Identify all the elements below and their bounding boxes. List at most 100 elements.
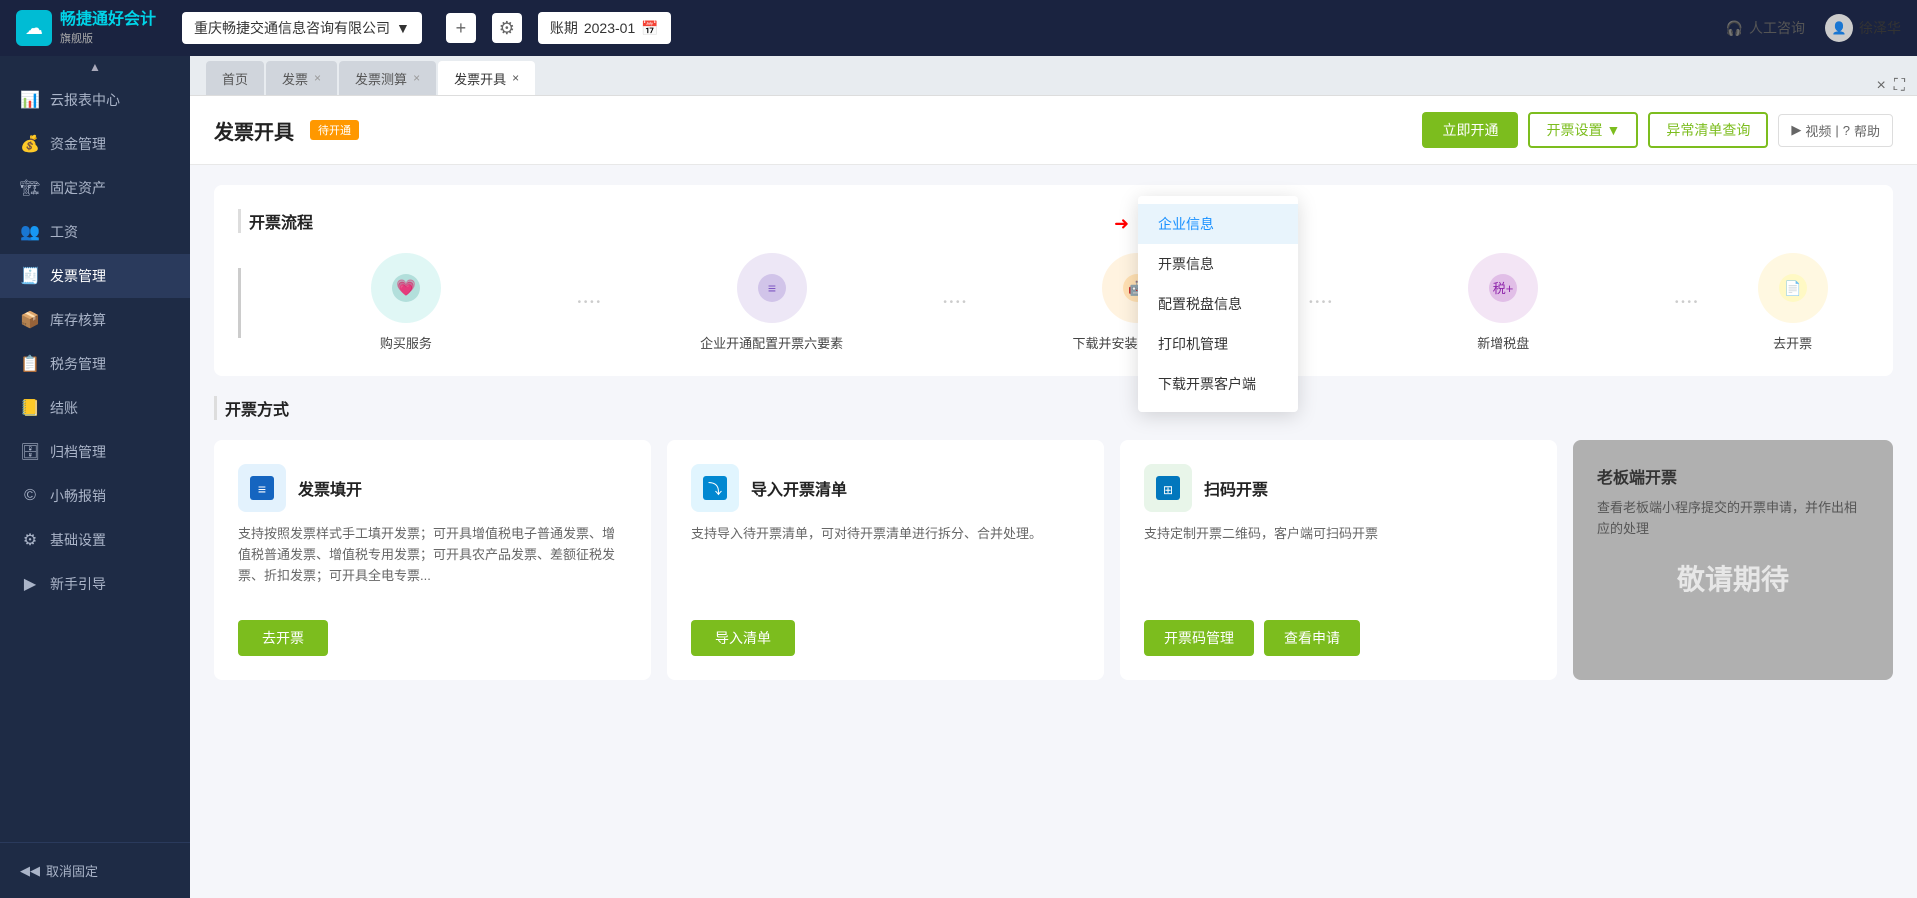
svg-text:⊞: ⊞ bbox=[1163, 483, 1173, 497]
boss-desc: 查看老板端小程序提交的开票申请，并作出相应的处理 bbox=[1597, 498, 1869, 540]
abnormal-button[interactable]: 异常清单查询 bbox=[1648, 112, 1768, 148]
accounting-icon: 📒 bbox=[20, 398, 40, 418]
flow-step-4-label: 新增税盘 bbox=[1477, 333, 1529, 352]
flow-step-4: 税+ 新增税盘 bbox=[1350, 253, 1656, 352]
flow-connector-1: • • • • bbox=[559, 297, 619, 308]
tab-invoice-open-close[interactable]: × bbox=[512, 71, 519, 85]
window-close-button[interactable]: × bbox=[1876, 77, 1885, 95]
tab-invoice[interactable]: 发票 × bbox=[266, 61, 337, 95]
svg-text:📄: 📄 bbox=[1784, 280, 1801, 297]
method-import-btn[interactable]: 导入清单 bbox=[691, 620, 795, 656]
main-area: ▲ 📊 云报表中心 💰 资金管理 🏗 固定资产 👥 工资 🧾 发票管理 bbox=[0, 56, 1917, 898]
username: 徐泽华 bbox=[1859, 18, 1901, 38]
main-content: 开票流程 💗 购买服务 • • • • bbox=[190, 165, 1917, 898]
dropdown-menu: ➜ 企业信息 开票信息 配置税盘信息 打印机管理 下载开票客户端 bbox=[1138, 196, 1298, 412]
method-import-title: 导入开票清单 bbox=[751, 476, 847, 500]
settings-icon: ⚙ bbox=[20, 530, 40, 550]
method-scan-header: ⊞ 扫码开票 bbox=[1144, 464, 1533, 512]
methods-section-title: 开票方式 bbox=[214, 396, 1893, 420]
tab-window-controls: × ⛶ bbox=[1864, 77, 1917, 95]
sidebar-item-archive[interactable]: 🗄 归档管理 bbox=[0, 430, 190, 474]
top-bar: ☁ 畅捷通好会计 旗舰版 重庆畅捷交通信息咨询有限公司 ▼ + ⚙ 账期 202… bbox=[0, 0, 1917, 56]
capital-icon: 💰 bbox=[20, 134, 40, 154]
red-arrow-icon: ➜ bbox=[1114, 214, 1129, 235]
setting-button[interactable]: 开票设置 ▼ bbox=[1528, 112, 1638, 148]
sidebar-scroll-up[interactable]: ▲ bbox=[0, 56, 190, 78]
sidebar-label-accounting: 结账 bbox=[50, 398, 78, 418]
chevron-down-icon: ▼ bbox=[396, 20, 410, 36]
tab-home[interactable]: 首页 bbox=[206, 61, 264, 95]
tab-invoice-close[interactable]: × bbox=[314, 71, 321, 85]
method-scan-footer: 开票码管理 查看申请 bbox=[1144, 620, 1533, 656]
sidebar-label-settings: 基础设置 bbox=[50, 530, 106, 550]
method-import-desc: 支持导入待开票清单，可对待开票清单进行拆分、合并处理。 bbox=[691, 524, 1080, 604]
page-header: 发票开具 待开通 立即开通 开票设置 ▼ 异常清单查询 ▶ 视频 | ? 帮助 bbox=[190, 96, 1917, 165]
sidebar-item-payroll[interactable]: 👥 工资 bbox=[0, 210, 190, 254]
sidebar-item-settings[interactable]: ⚙ 基础设置 bbox=[0, 518, 190, 562]
dropdown-item-company-info[interactable]: ➜ 企业信息 bbox=[1138, 204, 1298, 244]
activate-button[interactable]: 立即开通 bbox=[1422, 112, 1518, 148]
sidebar-item-fixed-assets[interactable]: 🏗 固定资产 bbox=[0, 166, 190, 210]
tab-invoice-calc[interactable]: 发票测算 × bbox=[339, 61, 436, 95]
method-scan-btn2[interactable]: 查看申请 bbox=[1264, 620, 1360, 656]
method-scan-title: 扫码开票 bbox=[1204, 476, 1268, 500]
method-fill-btn[interactable]: 去开票 bbox=[238, 620, 328, 656]
payroll-icon: 👥 bbox=[20, 222, 40, 242]
sidebar-label-xiaochang: 小畅报销 bbox=[50, 486, 106, 506]
top-actions: + ⚙ bbox=[446, 13, 522, 43]
method-card-scan: ⊞ 扫码开票 支持定制开票二维码，客户端可扫码开票 开票码管理 查看申请 bbox=[1120, 440, 1557, 680]
logo-name: 畅捷通好会计 bbox=[60, 10, 156, 29]
window-maximize-button[interactable]: ⛶ bbox=[1894, 77, 1905, 95]
status-badge: 待开通 bbox=[310, 120, 359, 140]
fixed-assets-icon: 🏗 bbox=[20, 178, 40, 198]
period-label: 账期 bbox=[550, 18, 578, 38]
method-fill-header: ≡ 发票填开 bbox=[238, 464, 627, 512]
archive-icon: 🗄 bbox=[20, 442, 40, 462]
methods-grid: ≡ 发票填开 支持按照发票样式手工填开发票；可开具增值税电子普通发票、增值税普通… bbox=[214, 440, 1893, 680]
sidebar-label-cloud-report: 云报表中心 bbox=[50, 90, 120, 110]
avatar: 👤 bbox=[1825, 14, 1853, 42]
video-button[interactable]: ▶ 视频 | ? 帮助 bbox=[1778, 114, 1893, 147]
tab-invoice-open[interactable]: 发票开具 × bbox=[438, 61, 535, 95]
cancel-fixed-label: 取消固定 bbox=[46, 861, 98, 880]
pin-icon: ◀◀ bbox=[20, 863, 40, 879]
sidebar-item-inventory[interactable]: 📦 库存核算 bbox=[0, 298, 190, 342]
sidebar-label-archive: 归档管理 bbox=[50, 442, 106, 462]
tab-invoice-calc-close[interactable]: × bbox=[413, 71, 420, 85]
period-value: 2023-01 bbox=[584, 20, 635, 36]
sidebar-item-invoice[interactable]: 🧾 发票管理 bbox=[0, 254, 190, 298]
dropdown-item-tax-config[interactable]: 配置税盘信息 bbox=[1138, 284, 1298, 324]
company-selector[interactable]: 重庆畅捷交通信息咨询有限公司 ▼ bbox=[182, 12, 422, 44]
sidebar-item-cloud-report[interactable]: 📊 云报表中心 bbox=[0, 78, 190, 122]
sidebar-item-guide[interactable]: ▶ 新手引导 bbox=[0, 562, 190, 606]
sidebar-item-accounting[interactable]: 📒 结账 bbox=[0, 386, 190, 430]
help-label: 帮助 bbox=[1854, 121, 1880, 140]
sidebar-item-xiaochang[interactable]: © 小畅报销 bbox=[0, 474, 190, 518]
flow-step-2-label: 企业开通配置开票六要素 bbox=[700, 333, 843, 352]
invoice-icon: 🧾 bbox=[20, 266, 40, 286]
content-area: 首页 发票 × 发票测算 × 发票开具 × × ⛶ bbox=[190, 56, 1917, 898]
guide-icon: ▶ bbox=[20, 574, 40, 594]
cancel-fixed-button[interactable]: ◀◀ 取消固定 bbox=[0, 851, 190, 890]
method-scan-icon: ⊞ bbox=[1144, 464, 1192, 512]
flow-connector-2: • • • • bbox=[925, 297, 985, 308]
dropdown-item-download-client[interactable]: 下载开票客户端 bbox=[1138, 364, 1298, 404]
xiaochang-icon: © bbox=[20, 487, 40, 505]
add-button[interactable]: + bbox=[446, 13, 476, 43]
dropdown-item-printer[interactable]: 打印机管理 bbox=[1138, 324, 1298, 364]
sidebar-item-capital[interactable]: 💰 资金管理 bbox=[0, 122, 190, 166]
consult-button[interactable]: 🎧 人工咨询 bbox=[1726, 18, 1805, 38]
logo-badge: 旗舰版 bbox=[60, 30, 156, 46]
method-scan-btn1[interactable]: 开票码管理 bbox=[1144, 620, 1254, 656]
logo-area: ☁ 畅捷通好会计 旗舰版 bbox=[16, 10, 166, 46]
sidebar-label-tax: 税务管理 bbox=[50, 354, 106, 374]
flow-steps: 💗 购买服务 • • • • ≡ 企业开通配置开票六要素 bbox=[238, 253, 1869, 352]
flow-step-1: 💗 购买服务 bbox=[253, 253, 559, 352]
dropdown-item-invoice-info[interactable]: 开票信息 bbox=[1138, 244, 1298, 284]
user-info[interactable]: 👤 徐泽华 bbox=[1825, 14, 1901, 42]
settings-button[interactable]: ⚙ bbox=[492, 13, 522, 43]
sidebar-bottom: ◀◀ 取消固定 bbox=[0, 842, 190, 898]
svg-text:💗: 💗 bbox=[396, 279, 416, 297]
sidebar-label-guide: 新手引导 bbox=[50, 574, 106, 594]
sidebar-item-tax[interactable]: 📋 税务管理 bbox=[0, 342, 190, 386]
